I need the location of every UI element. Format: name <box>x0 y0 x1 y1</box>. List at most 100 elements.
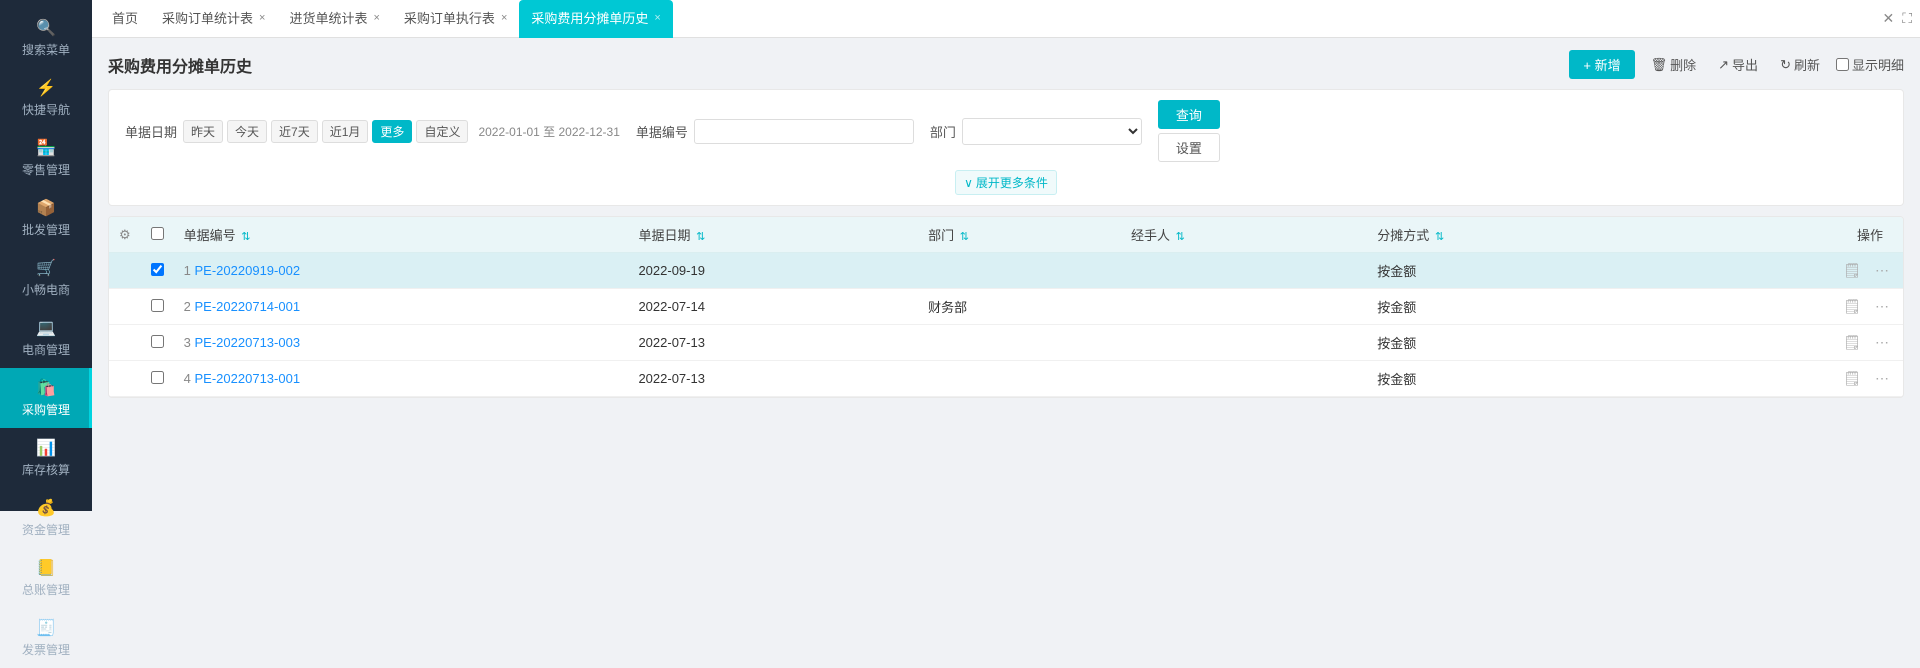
tab-label-purchase-cost-split: 采购费用分摊单历史 <box>531 8 648 27</box>
sidebar-item-ecom[interactable]: 💻电商管理 <box>0 308 92 368</box>
tab-close-purchase-order-exec[interactable]: × <box>501 12 507 24</box>
expand-icon: ∨ <box>964 176 973 190</box>
add-button[interactable]: + 新增 <box>1569 50 1634 79</box>
maximize-icon[interactable]: ⛶ <box>1902 10 1912 27</box>
sidebar-item-retail[interactable]: 🏪零售管理 <box>0 128 92 188</box>
row-docnum-link-1[interactable]: PE-20220714-001 <box>195 299 301 314</box>
pill-7days[interactable]: 近7天 <box>271 120 318 143</box>
sort-dept-icon[interactable]: ⇅ <box>960 231 969 243</box>
sidebar-label-inventory: 库存核算 <box>22 463 70 477</box>
row-docdate-2: 2022-07-13 <box>628 325 918 361</box>
date-pills: 昨天 今天 近7天 近1月 更多 自定义 <box>183 120 468 143</box>
checkbox-column <box>141 217 174 253</box>
row-more-icon-1[interactable]: ⋯ <box>1871 296 1893 317</box>
export-button[interactable]: ↗ 导出 <box>1712 51 1764 78</box>
delete-button[interactable]: 🗑 删除 <box>1645 51 1703 78</box>
row-edit-icon-0[interactable]: 🗒 <box>1839 260 1865 281</box>
sidebar-label-finance: 资金管理 <box>22 523 70 537</box>
tab-close-purchase-order-stats[interactable]: × <box>259 12 265 24</box>
tab-purchase-order-exec[interactable]: 采购订单执行表 × <box>392 0 519 38</box>
row-dept-3 <box>918 361 1121 397</box>
row-more-icon-0[interactable]: ⋯ <box>1871 260 1893 281</box>
sidebar-label-quick-nav: 快捷导航 <box>22 103 70 117</box>
docnum-input[interactable] <box>694 119 914 144</box>
row-handler-3 <box>1121 361 1367 397</box>
row-dept-2 <box>918 325 1121 361</box>
row-dept-1: 财务部 <box>918 289 1121 325</box>
show-cols-checkbox[interactable] <box>1836 58 1849 71</box>
row-docnum-2: 3 PE-20220713-003 <box>174 325 629 361</box>
pill-yesterday[interactable]: 昨天 <box>183 120 223 143</box>
row-docnum-link-2[interactable]: PE-20220713-003 <box>195 335 301 350</box>
pill-today[interactable]: 今天 <box>227 120 267 143</box>
pill-custom[interactable]: 自定义 <box>416 120 468 143</box>
table-row: 2 PE-20220714-001 2022-07-14 财务部 按金额 🗒 ⋯ <box>109 289 1903 325</box>
sidebar-item-inventory[interactable]: 📊 库存核算 <box>0 428 92 488</box>
row-edit-icon-3[interactable]: 🗒 <box>1839 368 1865 389</box>
tab-close-inbound-stats[interactable]: × <box>373 12 379 24</box>
row-edit-icon-2[interactable]: 🗒 <box>1839 332 1865 353</box>
dept-field: 部门 财务部 <box>930 118 1142 145</box>
sidebar-item-purchase[interactable]: 🛍️采购管理 <box>0 368 92 428</box>
gear-column[interactable]: ⚙ <box>109 217 141 253</box>
sidebar-icon-finance: 💰 <box>4 498 88 518</box>
sidebar-item-quick-nav[interactable]: ⚡ 快捷导航 <box>0 68 92 128</box>
row-docnum-link-3[interactable]: PE-20220713-001 <box>195 371 301 386</box>
setting-button[interactable]: 设置 <box>1158 133 1220 162</box>
sidebar-icon-account: 📒 <box>4 558 88 578</box>
sidebar-label-ecom: 电商管理 <box>22 343 70 357</box>
tab-label-purchase-order-exec: 采购订单执行表 <box>404 8 495 27</box>
sidebar-item-account[interactable]: 📒总账管理 <box>0 548 92 608</box>
row-edit-icon-1[interactable]: 🗒 <box>1839 296 1865 317</box>
row-more-icon-3[interactable]: ⋯ <box>1871 368 1893 389</box>
dept-select[interactable]: 财务部 <box>962 118 1142 145</box>
row-docnum-link-0[interactable]: PE-20220919-002 <box>195 263 301 278</box>
tab-home[interactable]: 首页 <box>100 0 150 38</box>
sort-docdate-icon[interactable]: ⇅ <box>696 231 705 243</box>
th-docnum: 单据编号 ⇅ <box>174 217 629 253</box>
row-checkbox-3[interactable] <box>151 371 164 384</box>
row-checkbox-1[interactable] <box>151 299 164 312</box>
row-docnum-1: 2 PE-20220714-001 <box>174 289 629 325</box>
th-split-method: 分摊方式 ⇅ <box>1367 217 1657 253</box>
show-cols-button[interactable]: 显示明细 <box>1836 55 1904 74</box>
expand-button[interactable]: ∨ 展开更多条件 <box>955 170 1057 195</box>
tab-close-purchase-cost-split[interactable]: × <box>654 12 660 24</box>
tab-label-purchase-order-stats: 采购订单统计表 <box>162 8 253 27</box>
refresh-button[interactable]: ↻ 刷新 <box>1774 51 1826 78</box>
sidebar-icon-wholesale: 📦 <box>4 198 88 218</box>
table-row: 4 PE-20220713-001 2022-07-13 按金额 🗒 ⋯ <box>109 361 1903 397</box>
sort-docnum-icon[interactable]: ⇅ <box>241 231 250 243</box>
table-row: 3 PE-20220713-003 2022-07-13 按金额 🗒 ⋯ <box>109 325 1903 361</box>
toolbar: + 新增 🗑 删除 ↗ 导出 ↻ 刷新 显示明细 <box>1569 50 1904 79</box>
row-gear-0 <box>109 253 141 289</box>
pill-more[interactable]: 更多 <box>372 120 412 143</box>
table-header-row: ⚙ 单据编号 ⇅ 单据日期 ⇅ 部门 <box>109 217 1903 253</box>
sidebar-item-search[interactable]: 🔍搜索菜单 <box>0 8 92 68</box>
sidebar-item-finance[interactable]: 💰 资金管理 <box>0 488 92 548</box>
row-checkbox-0[interactable] <box>151 263 164 276</box>
sidebar-item-wholesale[interactable]: 📦批发管理 <box>0 188 92 248</box>
pill-1month[interactable]: 近1月 <box>322 120 369 143</box>
th-handler: 经手人 ⇅ <box>1121 217 1367 253</box>
select-all-checkbox[interactable] <box>151 227 164 240</box>
sidebar-icon-inventory: 📊 <box>4 438 88 458</box>
query-button[interactable]: 查询 <box>1158 100 1220 129</box>
row-more-icon-2[interactable]: ⋯ <box>1871 332 1893 353</box>
tab-purchase-cost-split[interactable]: 采购费用分摊单历史 × <box>519 0 672 38</box>
sidebar-item-invoice[interactable]: 🧾发票管理 <box>0 608 92 668</box>
table-row: 1 PE-20220919-002 2022-09-19 按金额 🗒 ⋯ <box>109 253 1903 289</box>
row-checkbox-cell-3 <box>141 361 174 397</box>
sidebar-label-retail: 零售管理 <box>22 163 70 177</box>
tab-inbound-stats[interactable]: 进货单统计表× <box>277 0 391 38</box>
row-checkbox-2[interactable] <box>151 335 164 348</box>
sidebar-item-mini-ecom[interactable]: 🛒小畅电商 <box>0 248 92 308</box>
close-icon[interactable]: ✕ <box>1882 10 1894 27</box>
row-num-1: 2 <box>184 299 191 314</box>
tab-purchase-order-stats[interactable]: 采购订单统计表 × <box>150 0 277 38</box>
main-content: 首页采购订单统计表×进货单统计表×采购订单执行表×采购费用分摊单历史× ✕ ⛶ … <box>92 0 1920 511</box>
row-dept-0 <box>918 253 1121 289</box>
sidebar-icon-quick-nav: ⚡ <box>4 78 88 98</box>
sort-split-icon[interactable]: ⇅ <box>1435 231 1444 243</box>
sort-handler-icon[interactable]: ⇅ <box>1176 231 1185 243</box>
